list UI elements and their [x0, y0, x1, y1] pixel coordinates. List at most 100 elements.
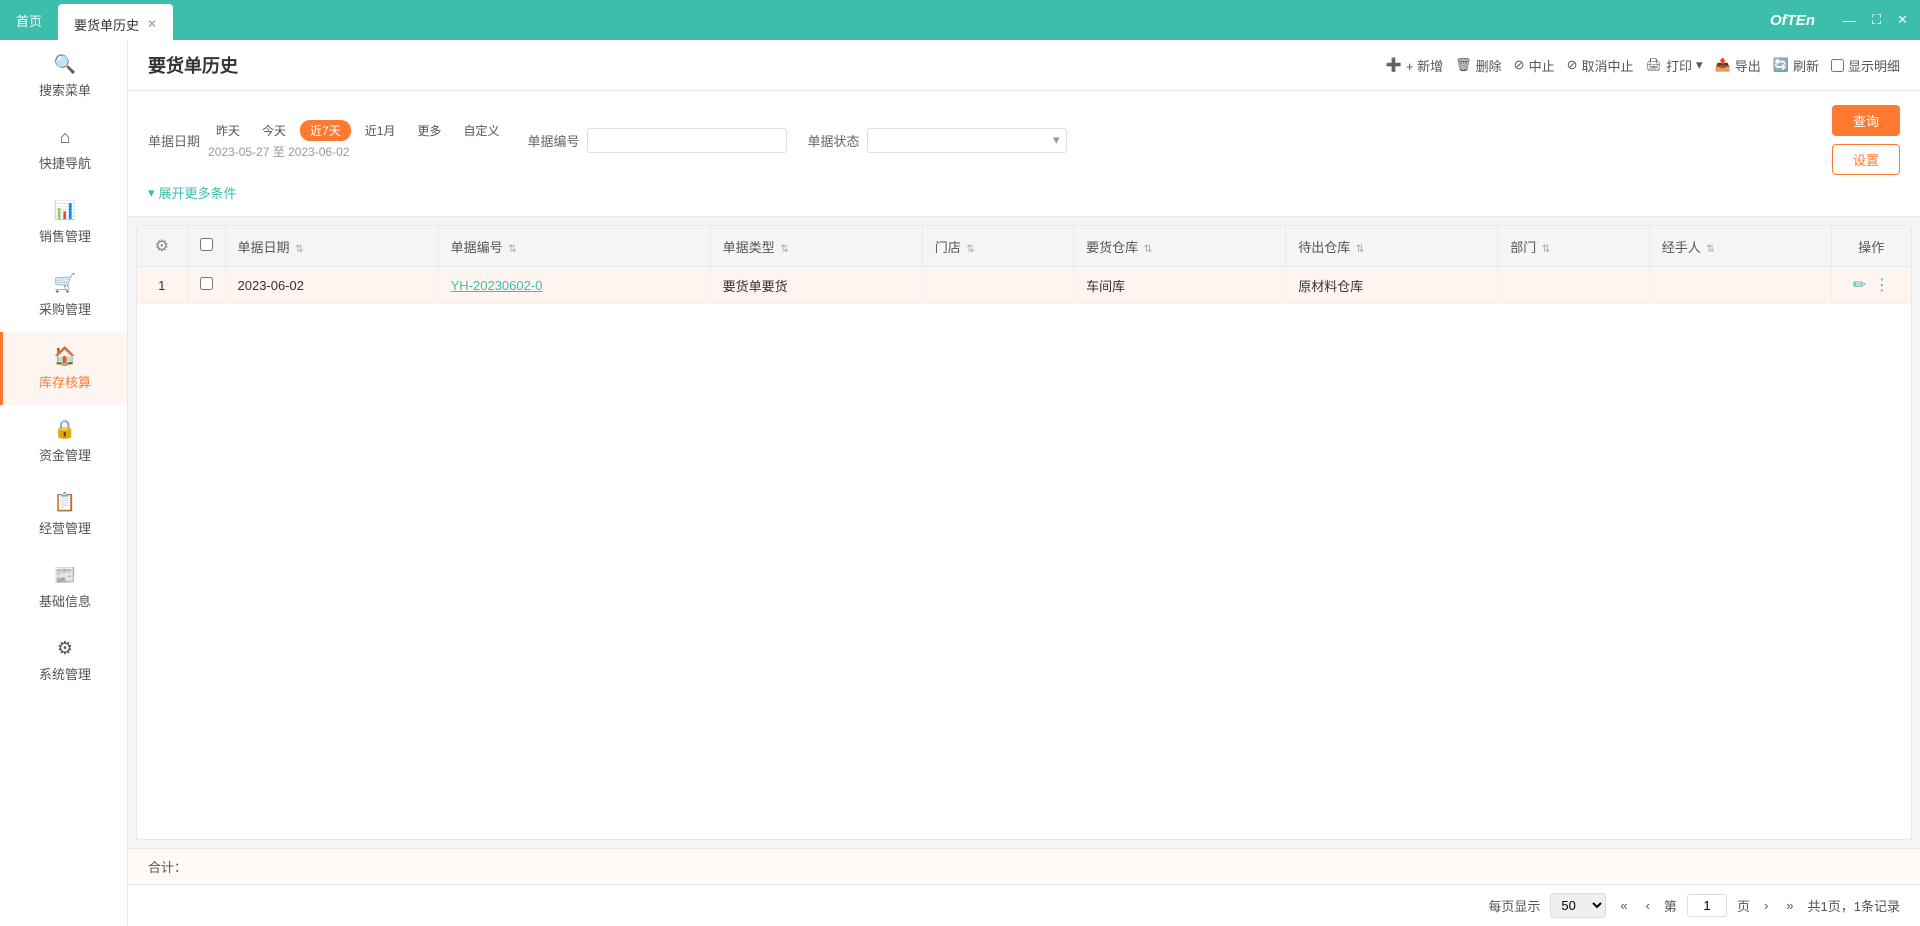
select-all-checkbox[interactable] — [200, 238, 213, 251]
th-bill-type: 单据类型 ⇅ — [710, 226, 922, 267]
sidebar-item-operations[interactable]: 📋 经营管理 — [0, 478, 127, 551]
sidebar-label-basic: 基础信息 — [39, 591, 91, 610]
bill-no-label: 单据编号 — [527, 131, 579, 150]
sidebar-item-basic[interactable]: 📰 基础信息 — [0, 551, 127, 624]
status-select-wrapper — [867, 128, 1067, 153]
stop-button[interactable]: ⊘ 中止 — [1514, 56, 1555, 75]
cell-ops: ✏ ⋮ — [1831, 267, 1911, 304]
refresh-icon: 🔄 — [1773, 57, 1789, 73]
date-btn-1month[interactable]: 近1月 — [357, 120, 404, 141]
cell-department — [1498, 267, 1649, 304]
new-button[interactable]: ➕ + 新增 — [1386, 56, 1443, 75]
sidebar-label-finance: 资金管理 — [39, 445, 91, 464]
print-icon: 🖨 — [1646, 57, 1663, 73]
close-btn[interactable]: ✕ — [1897, 12, 1908, 28]
next-page-btn[interactable]: › — [1760, 896, 1772, 915]
purchase-icon: 🛒 — [54, 273, 76, 294]
total-info: 共1页，1条记录 — [1808, 896, 1900, 915]
tab-close-icon[interactable]: ✕ — [147, 17, 157, 31]
date-btn-yesterday[interactable]: 昨天 — [208, 120, 248, 141]
sidebar-item-system[interactable]: ⚙ 系统管理 — [0, 624, 127, 697]
home-icon: ⌂ — [60, 127, 71, 148]
table-area: ⚙ 单据日期 ⇅ 单据编号 ⇅ — [136, 225, 1912, 840]
setting-button[interactable]: 设置 — [1832, 144, 1900, 175]
gear-icon[interactable]: ⚙ — [155, 238, 169, 255]
filter-row-1: 单据日期 昨天 今天 近7天 近1月 更多 自定义 2023-05-27 至 2… — [148, 105, 1900, 175]
maximize-btn[interactable]: ⛶ — [1872, 12, 1881, 28]
bill-no-filter-group: 单据编号 — [527, 128, 787, 153]
pagination-bar: 每页显示 50 20 100 « ‹ 第 页 › » 共1页，1条记录 — [128, 884, 1920, 926]
sidebar-item-shortcuts[interactable]: ⌂ 快捷导航 — [0, 113, 127, 186]
basic-icon: 📰 — [54, 565, 76, 586]
sort-req-wh-icon[interactable]: ⇅ — [1144, 244, 1152, 255]
page-label-prefix: 第 — [1664, 896, 1677, 915]
sidebar-item-finance[interactable]: 🔒 资金管理 — [0, 405, 127, 478]
first-page-btn[interactable]: « — [1616, 896, 1631, 915]
tab-bar: 首页 要货单历史 ✕ — [0, 0, 173, 40]
display-detail-checkbox[interactable] — [1831, 59, 1844, 72]
cell-handler — [1649, 267, 1831, 304]
date-btn-more[interactable]: 更多 — [409, 120, 449, 141]
page-size-select[interactable]: 50 20 100 — [1550, 893, 1606, 918]
page-number-input[interactable] — [1687, 894, 1727, 917]
minimize-btn[interactable]: — — [1843, 13, 1856, 28]
plus-icon: ➕ — [1386, 57, 1402, 73]
data-table: ⚙ 单据日期 ⇅ 单据编号 ⇅ — [137, 226, 1911, 304]
th-settings: ⚙ — [137, 226, 187, 267]
more-row-icon[interactable]: ⋮ — [1874, 277, 1890, 294]
search-icon: 🔍 — [54, 54, 76, 75]
date-btn-7days[interactable]: 近7天 — [300, 120, 351, 141]
status-label: 单据状态 — [807, 131, 859, 150]
table-header-row: ⚙ 单据日期 ⇅ 单据编号 ⇅ — [137, 226, 1911, 267]
brand-label: OfTEn — [1758, 12, 1827, 29]
th-pending-warehouse: 待出仓库 ⇅ — [1286, 226, 1498, 267]
top-bar: 首页 要货单历史 ✕ OfTEn — ⛶ ✕ — [0, 0, 1920, 40]
sort-pend-wh-icon[interactable]: ⇅ — [1356, 244, 1364, 255]
export-button[interactable]: 📤 导出 — [1715, 56, 1761, 75]
date-btn-today[interactable]: 今天 — [254, 120, 294, 141]
delete-button[interactable]: 🗑 删除 — [1455, 56, 1502, 75]
sort-type-icon[interactable]: ⇅ — [780, 244, 788, 255]
sort-bill-icon[interactable]: ⇅ — [508, 244, 516, 255]
expand-more-btn[interactable]: ▾ 展开更多条件 — [148, 183, 1900, 202]
tab-home[interactable]: 首页 — [0, 0, 58, 40]
status-select[interactable] — [867, 128, 1067, 153]
cancel-stop-button[interactable]: ⊘ 取消中止 — [1567, 56, 1634, 75]
inventory-icon: 🏠 — [54, 346, 76, 367]
table-footer: 合计： — [128, 848, 1920, 884]
row-checkbox[interactable] — [200, 277, 213, 290]
query-button[interactable]: 查询 — [1832, 105, 1900, 136]
sales-icon: 📊 — [54, 200, 76, 221]
display-detail-button[interactable]: 显示明细 — [1831, 56, 1900, 75]
sort-date-icon[interactable]: ⇅ — [295, 244, 303, 255]
cell-pending-warehouse: 原材料仓库 — [1286, 267, 1498, 304]
date-filter-group: 单据日期 昨天 今天 近7天 近1月 更多 自定义 2023-05-27 至 2… — [148, 120, 507, 160]
bill-no-input[interactable] — [587, 128, 787, 153]
sidebar-item-inventory[interactable]: 🏠 库存核算 — [0, 332, 127, 405]
sort-store-icon[interactable]: ⇅ — [966, 244, 974, 255]
cell-store — [922, 267, 1073, 304]
print-button[interactable]: 🖨 打印 ▾ — [1646, 56, 1703, 75]
last-page-btn[interactable]: » — [1782, 896, 1797, 915]
th-handler: 经手人 ⇅ — [1649, 226, 1831, 267]
total-label: 合计： — [148, 860, 187, 875]
tab-history[interactable]: 要货单历史 ✕ — [58, 4, 173, 44]
sidebar-item-sales[interactable]: 📊 销售管理 — [0, 186, 127, 259]
sidebar-item-search[interactable]: 🔍 搜索菜单 — [0, 40, 127, 113]
sort-dept-icon[interactable]: ⇅ — [1542, 244, 1550, 255]
refresh-button[interactable]: 🔄 刷新 — [1773, 56, 1819, 75]
status-filter-group: 单据状态 — [807, 128, 1067, 153]
sidebar-item-purchase[interactable]: 🛒 采购管理 — [0, 259, 127, 332]
cell-no: 1 — [137, 267, 187, 304]
bill-no-link[interactable]: YH-20230602-0 — [451, 278, 543, 293]
stop-icon: ⊘ — [1514, 57, 1525, 73]
date-btn-custom[interactable]: 自定义 — [455, 120, 507, 141]
page-title: 要货单历史 — [148, 52, 238, 90]
sort-handler-icon[interactable]: ⇅ — [1706, 244, 1714, 255]
edit-row-icon[interactable]: ✏ — [1853, 277, 1866, 294]
prev-page-btn[interactable]: ‹ — [1642, 896, 1654, 915]
sidebar-label-shortcuts: 快捷导航 — [39, 153, 91, 172]
top-bar-right: OfTEn — ⛶ ✕ — [1758, 12, 1920, 29]
toolbar: ➕ + 新增 🗑 删除 ⊘ 中止 ⊘ 取消中止 🖨 打印 — [1386, 56, 1900, 87]
date-quick-buttons: 昨天 今天 近7天 近1月 更多 自定义 — [208, 120, 507, 141]
